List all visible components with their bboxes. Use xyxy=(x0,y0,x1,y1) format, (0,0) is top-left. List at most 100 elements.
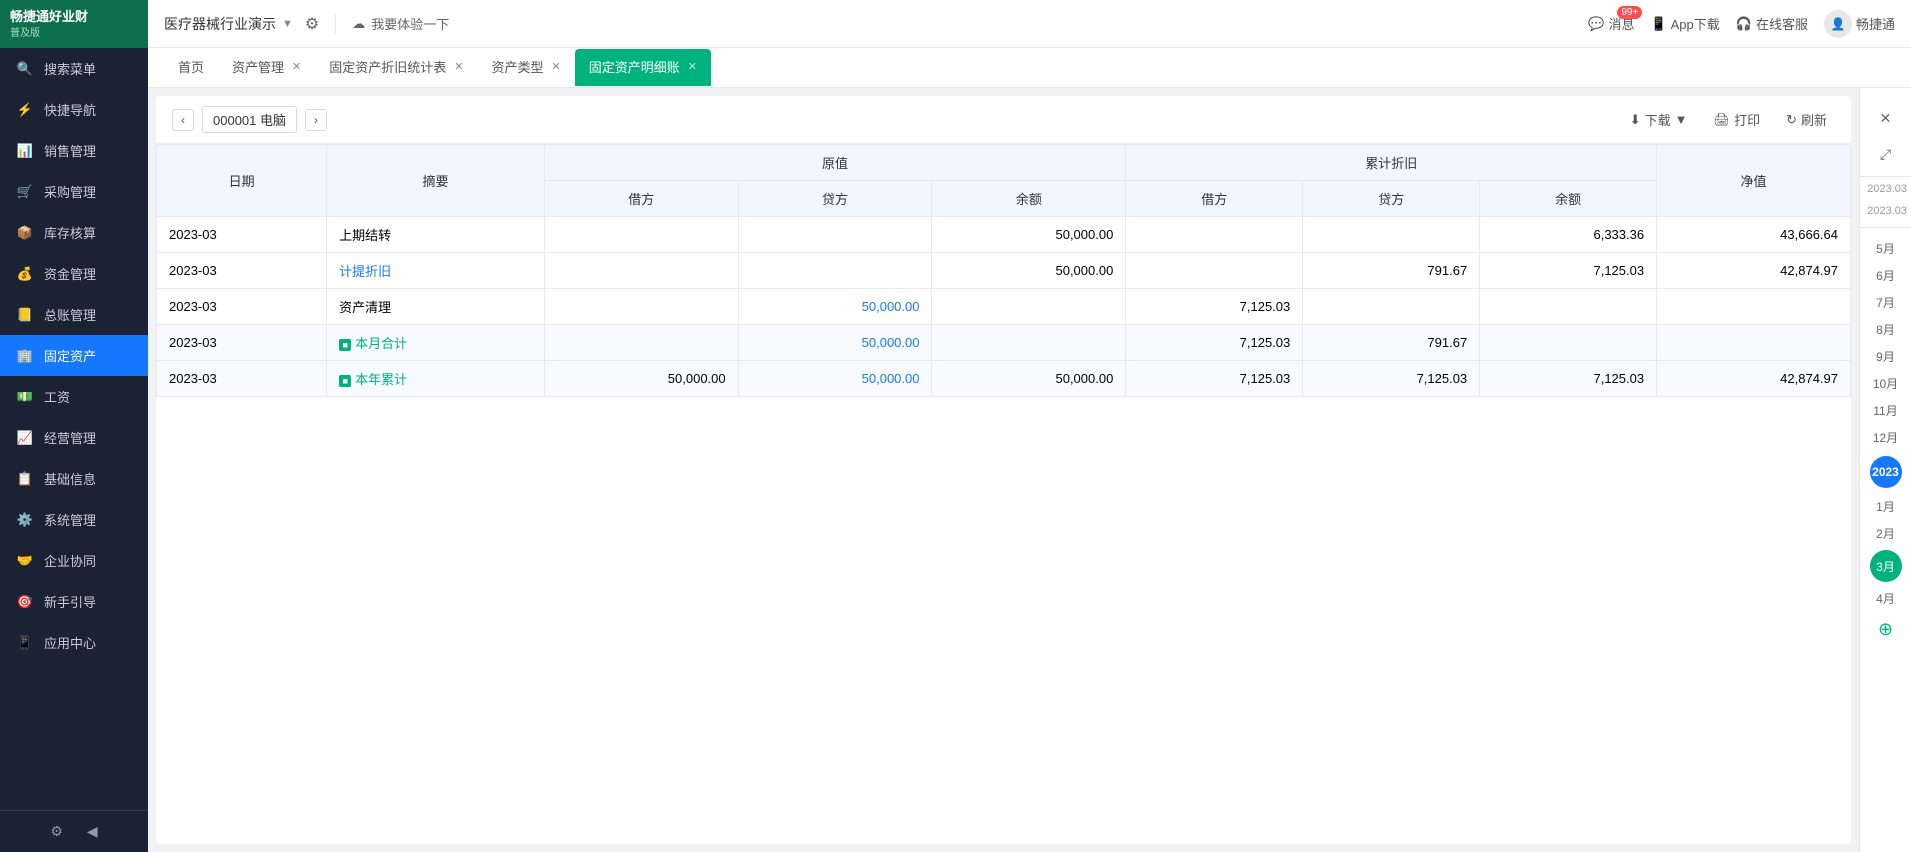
download-label: 下载 xyxy=(1645,110,1671,129)
header-date: 日期 xyxy=(157,145,327,217)
rp-month-3月[interactable]: 3月 xyxy=(1870,550,1902,582)
tab-close-asset-type[interactable]: ✕ xyxy=(552,60,561,73)
sidebar-item-quicknav[interactable]: ⚡ 快捷导航 xyxy=(0,89,148,130)
sidebar-item-sys-mgmt[interactable]: ⚙️ 系统管理 xyxy=(0,499,148,540)
sidebar-item-payroll[interactable]: 💵 工资 xyxy=(0,376,148,417)
rp-month-8月[interactable]: 8月 xyxy=(1865,317,1907,342)
right-panel-close-btn[interactable]: ✕ xyxy=(1870,102,1902,134)
cell-orig-balance: 50,000.00 xyxy=(932,217,1126,253)
next-asset-btn[interactable]: › xyxy=(305,109,327,131)
rp-month-4月[interactable]: 4月 xyxy=(1865,586,1907,611)
print-btn[interactable]: 🖨 打印 xyxy=(1706,106,1769,133)
rp-month-6月[interactable]: 6月 xyxy=(1865,263,1907,288)
tab-close-depreciation-stats[interactable]: ✕ xyxy=(454,60,463,73)
sidebar-icon-collab: 🤝 xyxy=(16,552,34,570)
cell-accum-debit: 7,125.03 xyxy=(1126,325,1303,361)
toolbar-left: ‹ 000001 电脑 › xyxy=(172,106,327,133)
cell-orig-credit xyxy=(738,217,932,253)
table-row: 2023-03 计提折旧 50,000.00 791.67 7,125.03 4… xyxy=(157,253,1851,289)
rp-month-5月[interactable]: 5月 xyxy=(1865,236,1907,261)
cell-date: 2023-03 xyxy=(157,361,327,397)
tab-close-asset-mgmt[interactable]: ✕ xyxy=(292,60,301,73)
tab-asset-mgmt[interactable]: 资产管理✕ xyxy=(218,49,315,86)
rp-year-badge[interactable]: 2023 xyxy=(1870,456,1902,488)
cell-accum-credit xyxy=(1303,289,1480,325)
rp-month-2月[interactable]: 2月 xyxy=(1865,521,1907,546)
tab-home[interactable]: 首页 xyxy=(164,49,218,86)
table-row: 2023-03 上期结转 50,000.00 6,333.36 43,666.6… xyxy=(157,217,1851,253)
rp-month-11月[interactable]: 11月 xyxy=(1865,398,1907,423)
sidebar-item-inventory[interactable]: 📦 库存核算 xyxy=(0,212,148,253)
user-btn[interactable]: 👤 畅捷通 xyxy=(1824,10,1895,38)
detail-toolbar: ‹ 000001 电脑 › ⬇ 下载 ▼ 🖨 打印 ↻ xyxy=(156,96,1851,144)
collapse-icon[interactable]: ◀ xyxy=(83,819,102,844)
experience-btn[interactable]: ☁ 我要体验一下 xyxy=(352,14,449,33)
cell-accum-balance: 7,125.03 xyxy=(1480,253,1657,289)
rp-down-arrow[interactable]: ⊕ xyxy=(1860,619,1911,640)
app-download-btn[interactable]: 📱 App下载 xyxy=(1650,14,1719,33)
tab-asset-detail[interactable]: 固定资产明细账✕ xyxy=(575,49,711,86)
cell-orig-credit: 50,000.00 xyxy=(738,325,932,361)
sidebar-icon-purchase: 🛒 xyxy=(16,183,34,201)
user-avatar: 👤 xyxy=(1824,10,1852,38)
tab-label-asset-type: 资产类型 xyxy=(491,57,543,76)
experience-label: 我要体验一下 xyxy=(371,14,449,33)
sidebar-item-guide[interactable]: 🎯 新手引导 xyxy=(0,581,148,622)
sidebar-item-operations[interactable]: 📈 经营管理 xyxy=(0,417,148,458)
settings-icon[interactable]: ⚙ xyxy=(46,819,67,844)
download-btn[interactable]: ⬇ 下载 ▼ xyxy=(1622,106,1696,133)
topbar-right: 💬 消息 99+ 📱 App下载 🎧 在线客服 👤 畅捷通 xyxy=(1588,10,1895,38)
sidebar-item-base-info[interactable]: 📋 基础信息 xyxy=(0,458,148,499)
sidebar-item-ledger[interactable]: 📒 总账管理 xyxy=(0,294,148,335)
sidebar-label-payroll: 工资 xyxy=(44,387,70,406)
header-accum-credit: 贷方 xyxy=(1303,181,1480,217)
cell-date: 2023-03 xyxy=(157,217,327,253)
sidebar-label-ledger: 总账管理 xyxy=(44,305,96,324)
sidebar-label-inventory: 库存核算 xyxy=(44,223,96,242)
right-panel-expand-btn[interactable]: ⤢ xyxy=(1870,138,1902,170)
refresh-btn[interactable]: ↻ 刷新 xyxy=(1778,106,1835,133)
header-net-value: 净值 xyxy=(1657,145,1851,217)
sidebar-label-search: 搜索菜单 xyxy=(44,59,96,78)
cell-accum-balance xyxy=(1480,289,1657,325)
prev-asset-btn[interactable]: ‹ xyxy=(172,109,194,131)
rp-divider xyxy=(1860,227,1911,228)
message-btn[interactable]: 💬 消息 99+ xyxy=(1588,14,1634,33)
rp-month-10月[interactable]: 10月 xyxy=(1865,371,1907,396)
sidebar-label-fixed-assets: 固定资产 xyxy=(44,346,96,365)
sidebar-label-quicknav: 快捷导航 xyxy=(44,100,96,119)
sidebar-label-sys-mgmt: 系统管理 xyxy=(44,510,96,529)
cell-accum-credit: 791.67 xyxy=(1303,325,1480,361)
tab-asset-type[interactable]: 资产类型 ✕ xyxy=(477,49,574,86)
topbar-settings-icon[interactable]: ⚙ xyxy=(305,14,319,34)
sidebar-label-finance: 资金管理 xyxy=(44,264,96,283)
sidebar-icon-guide: 🎯 xyxy=(16,593,34,611)
header-orig-credit: 贷方 xyxy=(738,181,932,217)
app-download-label: App下载 xyxy=(1671,14,1720,33)
tab-close-asset-detail[interactable]: ✕ xyxy=(688,60,697,73)
user-name: 畅捷通 xyxy=(1856,14,1895,33)
rp-month-7月[interactable]: 7月 xyxy=(1865,290,1907,315)
sidebar-label-base-info: 基础信息 xyxy=(44,469,96,488)
sidebar-icon-search: 🔍 xyxy=(16,60,34,78)
rp-month-1月[interactable]: 1月 xyxy=(1865,494,1907,519)
rp-month-12月[interactable]: 12月 xyxy=(1865,425,1907,450)
sidebar: 畅捷通好业财 普及版 🔍 搜索菜单 ⚡ 快捷导航 📊 销售管理 🛒 采购管理 📦… xyxy=(0,0,148,852)
cell-net-value: 43,666.64 xyxy=(1657,217,1851,253)
online-service-btn[interactable]: 🎧 在线客服 xyxy=(1736,14,1808,33)
sidebar-item-purchase[interactable]: 🛒 采购管理 xyxy=(0,171,148,212)
tab-label-home: 首页 xyxy=(178,57,204,76)
sidebar-item-finance[interactable]: 💰 资金管理 xyxy=(0,253,148,294)
sidebar-item-collab[interactable]: 🤝 企业协同 xyxy=(0,540,148,581)
company-selector[interactable]: 医疗器械行业演示 ▼ xyxy=(164,14,293,34)
header-accum-balance: 余额 xyxy=(1480,181,1657,217)
sidebar-item-app-center[interactable]: 📱 应用中心 xyxy=(0,622,148,663)
rp-month-9月[interactable]: 9月 xyxy=(1865,344,1907,369)
sidebar-item-search[interactable]: 🔍 搜索菜单 xyxy=(0,48,148,89)
sidebar-item-fixed-assets[interactable]: 🏢 固定资产 xyxy=(0,335,148,376)
tab-depreciation-stats[interactable]: 固定资产折旧统计表✕ xyxy=(315,49,477,86)
sidebar-item-sales[interactable]: 📊 销售管理 xyxy=(0,130,148,171)
main-panel: ‹ 000001 电脑 › ⬇ 下载 ▼ 🖨 打印 ↻ xyxy=(156,96,1851,844)
main-area: 医疗器械行业演示 ▼ ⚙ ☁ 我要体验一下 💬 消息 99+ 📱 App下载 🎧… xyxy=(148,0,1911,852)
service-icon: 🎧 xyxy=(1736,16,1752,32)
